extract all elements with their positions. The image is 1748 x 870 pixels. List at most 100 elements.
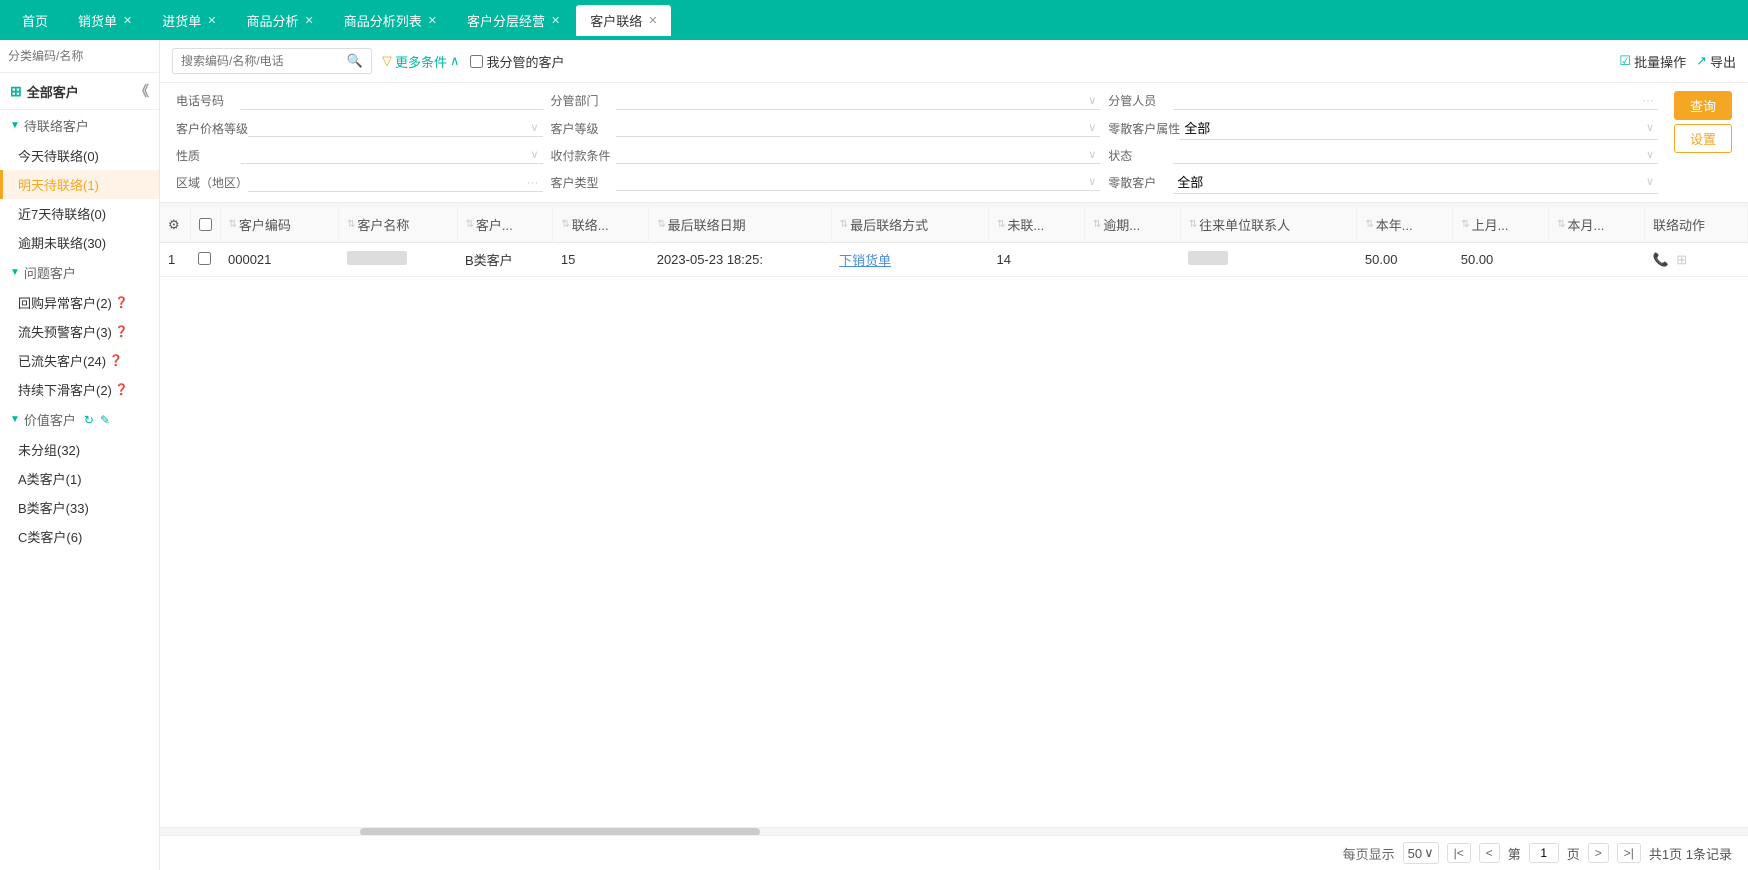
th-uncontacted[interactable]: ⇅ 未联... xyxy=(988,207,1084,243)
retail-attr-select[interactable]: 全部 ∨ xyxy=(1180,116,1658,140)
sidebar-item-churn-warning[interactable]: 流失预警客户(3) ❓ xyxy=(0,317,159,346)
retail-customer-select[interactable]: 全部 ∨ xyxy=(1173,170,1658,194)
price-level-label: 客户价格等级 xyxy=(176,120,248,137)
person-ellipsis[interactable]: ··· xyxy=(1642,93,1654,107)
nav-sales-close[interactable]: ✕ xyxy=(123,14,132,27)
sidebar-item-overdue[interactable]: 逾期未联络(30) xyxy=(0,228,159,257)
payment-select[interactable]: ∨ xyxy=(616,146,1101,164)
nav-customer-seg-close[interactable]: ✕ xyxy=(551,14,560,27)
price-level-select[interactable]: ∨ xyxy=(248,119,542,137)
settings-icon[interactable]: ⚙ xyxy=(168,217,180,233)
my-customers-checkbox[interactable] xyxy=(470,55,483,68)
sidebar-item-declining[interactable]: 持续下滑客户(2) ❓ xyxy=(0,375,159,404)
th-this-year[interactable]: ⇅ 本年... xyxy=(1357,207,1453,243)
nav-product-analysis-close[interactable]: ✕ xyxy=(305,14,314,27)
th-last-contact-method[interactable]: ⇅ 最后联络方式 xyxy=(831,207,988,243)
sidebar-group-pending: ▼ 待联络客户 xyxy=(0,110,159,141)
first-page-btn[interactable]: |< xyxy=(1447,843,1471,863)
region-select[interactable]: ··· xyxy=(248,173,542,192)
sidebar-all-customers[interactable]: ⊞ 全部客户 《 xyxy=(0,73,159,110)
th-last-contact-date[interactable]: ⇅ 最后联络日期 xyxy=(649,207,831,243)
per-page-select[interactable]: 50 ∨ xyxy=(1403,842,1439,864)
page-input[interactable] xyxy=(1529,843,1559,863)
sidebar-item-class-c[interactable]: C类客户(6) xyxy=(0,522,159,551)
nav-customer-contact-close[interactable]: ✕ xyxy=(648,14,657,27)
query-button[interactable]: 查询 xyxy=(1674,91,1732,120)
sidebar-item-churned[interactable]: 已流失客户(24) ❓ xyxy=(0,346,159,375)
customer-type-select[interactable]: ∨ xyxy=(616,173,1101,191)
action-phone-icon[interactable]: 📞 xyxy=(1652,252,1668,267)
region-ellipsis[interactable]: ··· xyxy=(527,175,539,189)
nav-product-analysis[interactable]: 商品分析 ✕ xyxy=(232,5,327,36)
pending-group-title: 待联络客户 xyxy=(24,116,89,135)
retail-attr-label: 零散客户属性 xyxy=(1108,120,1180,137)
status-select[interactable]: ∨ xyxy=(1173,146,1658,164)
th-this-month[interactable]: ⇅ 本月... xyxy=(1549,207,1645,243)
sidebar-item-ungrouped[interactable]: 未分组(32) xyxy=(0,435,159,464)
next-page-btn[interactable]: > xyxy=(1588,843,1609,863)
search-input[interactable] xyxy=(181,54,343,68)
sidebar-item-repurchase-anomaly[interactable]: 回购异常客户(2) ❓ xyxy=(0,288,159,317)
last-page-btn[interactable]: >| xyxy=(1617,843,1641,863)
more-filter-btn[interactable]: ▽ 更多条件 ∧ xyxy=(382,52,460,71)
th-last-month[interactable]: ⇅ 上月... xyxy=(1453,207,1549,243)
this-month-header: 本月... xyxy=(1568,215,1605,234)
th-contact-person[interactable]: ⇅ 往来单位联系人 xyxy=(1180,207,1357,243)
nav-purchase-order[interactable]: 进货单 ✕ xyxy=(148,5,230,36)
th-customer-type[interactable]: ⇅ 客户... xyxy=(457,207,553,243)
refresh-icon[interactable]: ↻ xyxy=(84,413,94,427)
nav-customer-segmentation[interactable]: 客户分层经营 ✕ xyxy=(453,5,574,36)
customer-level-label: 客户等级 xyxy=(551,120,616,137)
filter-icon: ▽ xyxy=(382,53,392,69)
horizontal-scrollbar[interactable] xyxy=(160,827,1748,835)
dept-select[interactable]: ∨ xyxy=(616,92,1101,110)
nav-customer-contact[interactable]: 客户联络 ✕ xyxy=(576,5,671,36)
row-last-contact-method[interactable]: 下销货单 xyxy=(831,243,988,277)
row-checkbox-cell[interactable] xyxy=(190,243,220,277)
export-icon: ↗ xyxy=(1696,53,1707,69)
select-all-checkbox[interactable] xyxy=(199,218,212,231)
sidebar-item-class-b[interactable]: B类客户(33) xyxy=(0,493,159,522)
sidebar-item-today[interactable]: 今天待联络(0) xyxy=(0,141,159,170)
prev-page-btn[interactable]: < xyxy=(1479,843,1500,863)
sort-icon-name: ⇅ xyxy=(347,219,355,230)
nav-product-list-close[interactable]: ✕ xyxy=(428,14,437,27)
th-checkbox[interactable] xyxy=(190,207,220,243)
nav-sales-order[interactable]: 销货单 ✕ xyxy=(64,5,146,36)
sidebar-item-tomorrow[interactable]: 明天待联络(1) xyxy=(0,170,159,199)
contact-method-link[interactable]: 下销货单 xyxy=(839,253,891,268)
nav-customer-seg-label: 客户分层经营 xyxy=(467,11,545,30)
person-label: 分管人员 xyxy=(1108,92,1173,109)
th-contact-count[interactable]: ⇅ 联络... xyxy=(553,207,649,243)
row-checkbox[interactable] xyxy=(198,252,211,265)
sidebar-search-input[interactable] xyxy=(8,49,160,63)
collapse-icon[interactable]: 《 xyxy=(135,81,149,101)
search-icon[interactable]: 🔍 xyxy=(347,53,363,69)
customer-level-select[interactable]: ∨ xyxy=(616,119,1101,137)
nav-purchase-close[interactable]: ✕ xyxy=(207,14,216,27)
sidebar-item-7days[interactable]: 近7天待联络(0) xyxy=(0,199,159,228)
churn-warning-label: 流失预警客户(3) xyxy=(18,322,112,341)
th-customer-code[interactable]: ⇅ 客户编码 xyxy=(220,207,339,243)
nav-product-analysis-list[interactable]: 商品分析列表 ✕ xyxy=(330,5,451,36)
batch-operations-btn[interactable]: ☑ 批量操作 xyxy=(1619,52,1686,71)
adv-filter-row-2: 客户价格等级 ∨ 客户等级 ∨ xyxy=(176,116,1658,140)
person-select[interactable]: ··· xyxy=(1173,91,1658,110)
last-contact-date-header: 最后联络日期 xyxy=(668,215,746,234)
th-overdue[interactable]: ⇅ 逾期... xyxy=(1084,207,1180,243)
table-header-row: ⚙ ⇅ 客户编码 ⇅ xyxy=(160,207,1748,243)
nature-select[interactable]: ∨ xyxy=(241,146,543,164)
th-customer-name[interactable]: ⇅ 客户名称 xyxy=(339,207,458,243)
my-customers-filter[interactable]: 我分管的客户 xyxy=(470,52,565,71)
edit-icon[interactable]: ✎ xyxy=(100,413,110,427)
class-a-label: A类客户(1) xyxy=(18,469,82,488)
sidebar-item-class-a[interactable]: A类客户(1) xyxy=(0,464,159,493)
action-more-icon[interactable]: ⊞ xyxy=(1676,252,1687,267)
nav-home[interactable]: 首页 xyxy=(8,5,62,36)
row-last-contact-date: 2023-05-23 18:25: xyxy=(649,243,831,277)
export-btn[interactable]: ↗ 导出 xyxy=(1696,52,1736,71)
customer-table: ⚙ ⇅ 客户编码 ⇅ xyxy=(160,207,1748,277)
phone-input[interactable] xyxy=(241,91,543,110)
th-settings[interactable]: ⚙ xyxy=(160,207,190,243)
setting-button[interactable]: 设置 xyxy=(1674,124,1732,153)
